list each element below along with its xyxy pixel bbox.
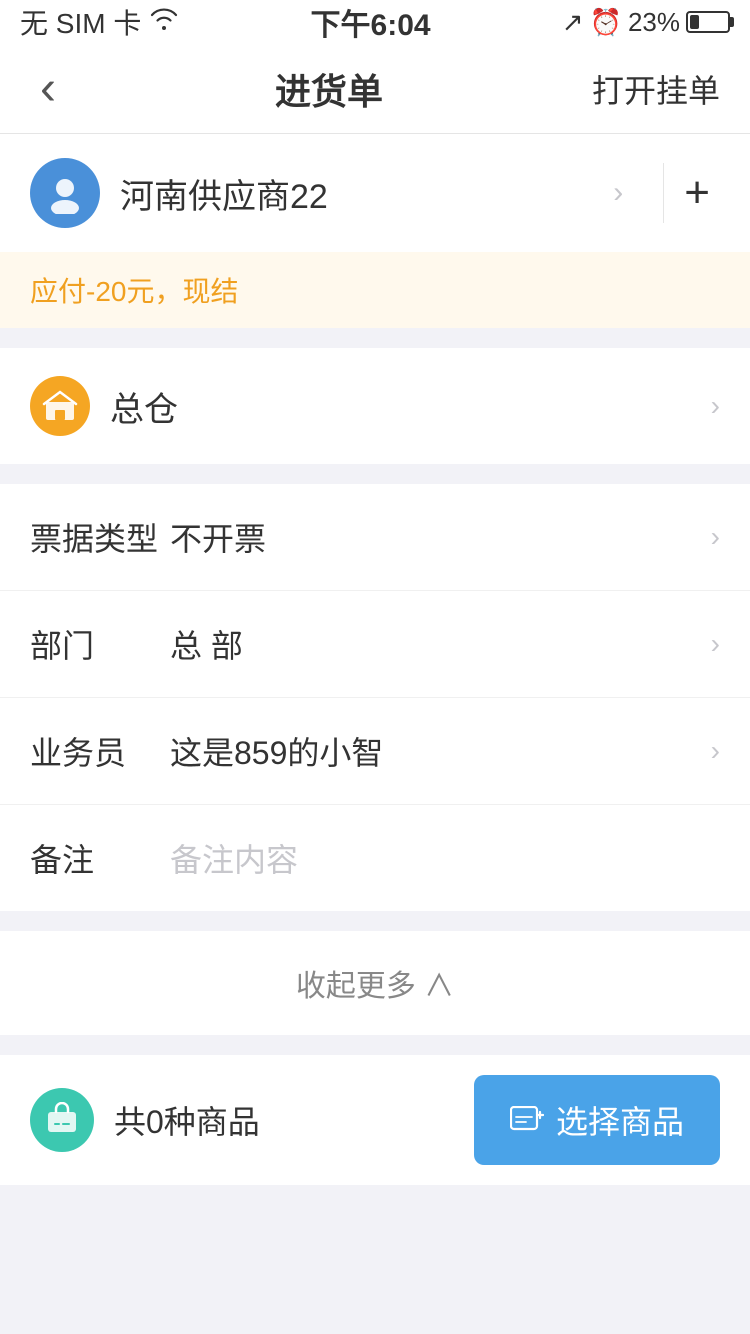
supplier-row[interactable]: 河南供应商22 › + [0,134,750,252]
nav-bar: ‹ 进货单 打开挂单 [0,44,750,134]
alarm-icon: ⏰ [590,7,622,38]
warehouse-name: 总仓 [110,382,711,431]
sales-row[interactable]: 业务员 这是859的小智 › [0,698,750,805]
status-left: 无 SIM 卡 [20,2,179,42]
collapse-label: 收起更多 ∧ [296,970,454,1003]
notice-banner: 应付-20元，现结 [0,252,750,328]
invoice-row[interactable]: 票据类型 不开票 › [0,484,750,591]
sales-value: 这是859的小智 [170,728,711,774]
vertical-divider [663,163,664,223]
dept-chevron-icon: › [711,628,720,660]
form-section: 票据类型 不开票 › 部门 总 部 › 业务员 这是859的小智 › 备注 备注… [0,484,750,911]
sales-chevron-icon: › [711,735,720,767]
warehouse-row[interactable]: 总仓 › [0,348,750,464]
collapse-button[interactable]: 收起更多 ∧ [0,931,750,1035]
invoice-chevron-icon: › [711,521,720,553]
product-count-text: 共0种商品 [114,1097,474,1143]
battery-icon [686,11,730,33]
invoice-value: 不开票 [170,514,711,560]
remark-row[interactable]: 备注 备注内容 [0,805,750,911]
dept-value: 总 部 [170,621,711,667]
dept-row[interactable]: 部门 总 部 › [0,591,750,698]
supplier-chevron-icon: › [613,176,623,210]
supplier-name: 河南供应商22 [120,169,613,218]
select-product-button[interactable]: 选择商品 [474,1075,720,1165]
carrier-text: 无 SIM 卡 [20,2,141,42]
add-supplier-button[interactable]: + [674,171,720,215]
product-icon [30,1088,94,1152]
wifi-icon [149,8,179,37]
content-area: 河南供应商22 › + 应付-20元，现结 总仓 › 票据类型 不开票 › [0,134,750,1185]
remark-input[interactable]: 备注内容 [170,835,720,881]
back-button[interactable]: ‹ [30,51,66,126]
select-product-label: 选择商品 [556,1097,684,1143]
status-time: 下午6:04 [311,0,431,44]
supplier-section: 河南供应商22 › + [0,134,750,252]
open-pending-button[interactable]: 打开挂单 [592,66,720,112]
battery-percentage: 23% [628,7,680,38]
warehouse-chevron-icon: › [711,390,720,422]
page-title: 进货单 [275,63,383,115]
dept-label: 部门 [30,621,170,667]
status-bar: 无 SIM 卡 下午6:04 ↗ ⏰ 23% [0,0,750,44]
remark-label: 备注 [30,835,170,881]
supplier-avatar [30,158,100,228]
location-icon: ↗ [562,7,584,38]
notice-text: 应付-20元，现结 [30,276,238,307]
bottom-bar: 共0种商品 选择商品 [0,1055,750,1185]
warehouse-icon [30,376,90,436]
invoice-label: 票据类型 [30,514,170,560]
sales-label: 业务员 [30,728,170,774]
status-right: ↗ ⏰ 23% [562,7,730,38]
